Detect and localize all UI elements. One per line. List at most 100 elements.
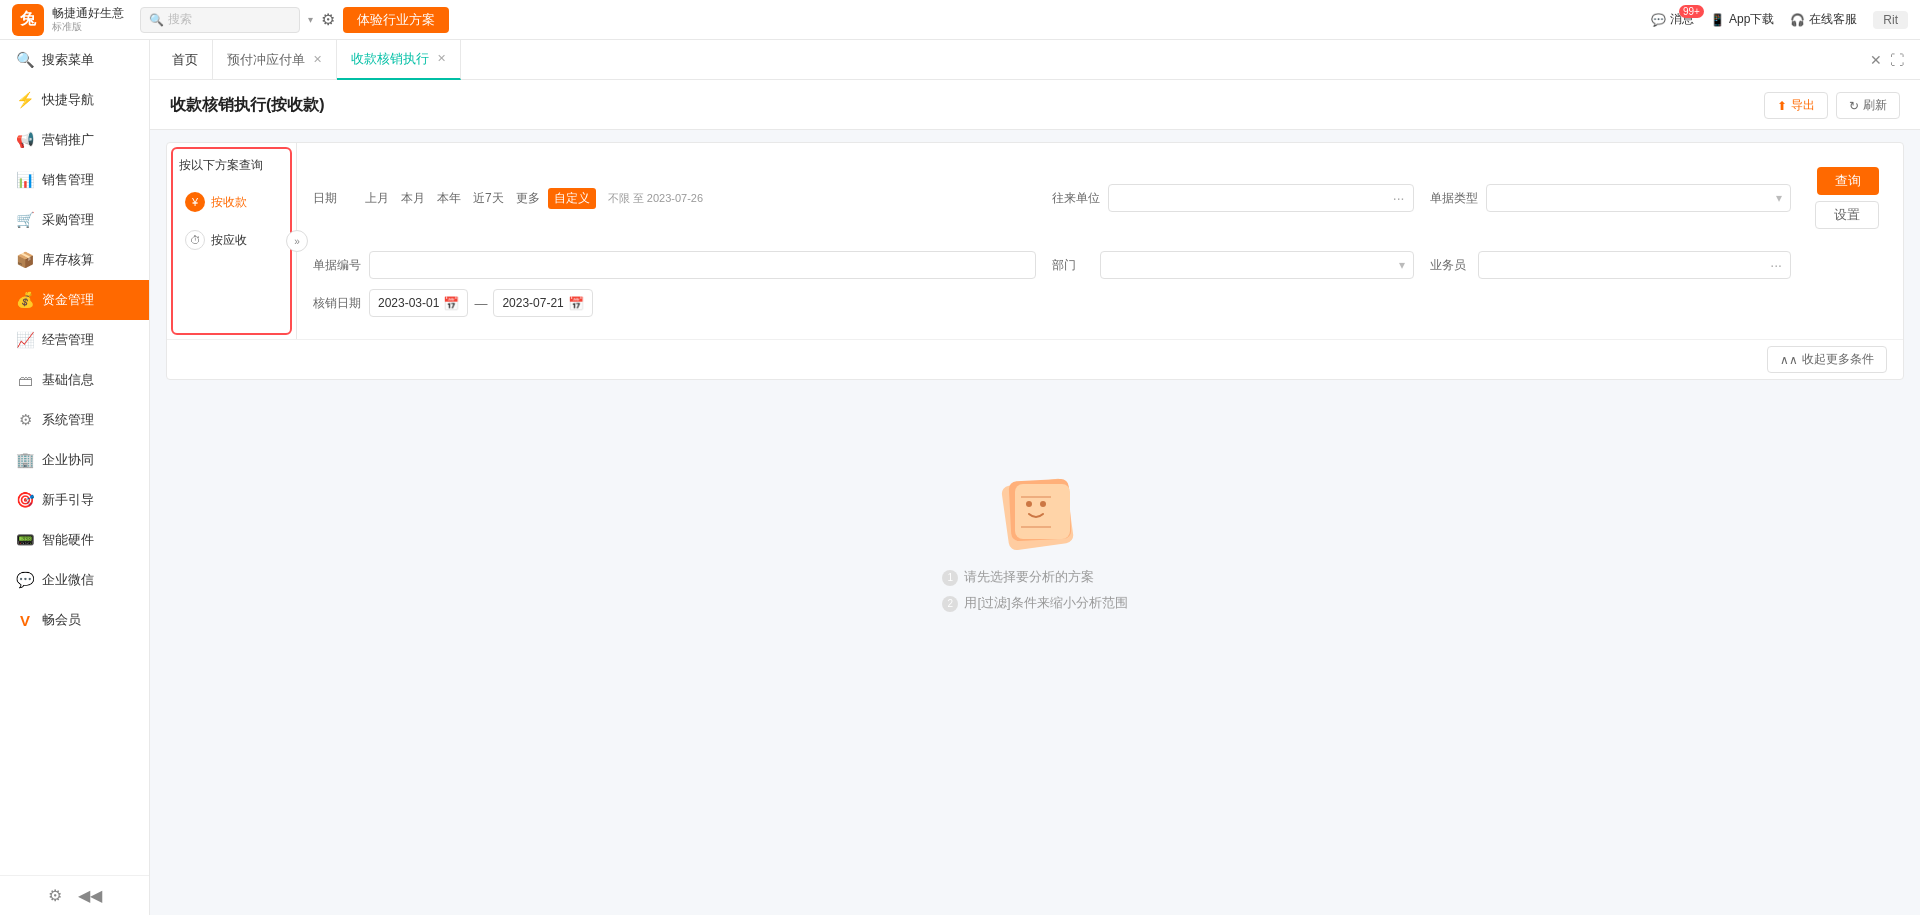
headset-icon: 🎧 [1790,13,1805,27]
search-dropdown-icon[interactable]: ▾ [308,14,313,25]
operations-icon: 📈 [16,331,34,349]
settings-icon[interactable]: ⚙ [321,10,335,29]
phone-icon: 📱 [1710,13,1725,27]
sidebar-item-operations[interactable]: 📈 经营管理 [0,320,149,360]
filter-row-2: 单据编号 部门 ▾ 业务员 [313,251,1887,279]
filter-row-1: 日期 上月 本月 本年 近7天 更多 自定义 [313,155,1887,241]
staff-field: 业务员 ··· [1430,251,1792,279]
filter-sidebar-title: 按以下方案查询 [167,153,296,182]
collapse-area: ∧∧ 收起更多条件 [167,339,1903,379]
empty-state: 请先选择要分析的方案 用[过滤]条件来缩小分析范围 [150,392,1920,676]
sidebar-item-guide[interactable]: 🎯 新手引导 [0,480,149,520]
close-tab-icon[interactable]: ✕ [1870,52,1882,68]
inventory-icon: 📦 [16,251,34,269]
date-btn-7days[interactable]: 近7天 [469,188,508,209]
tab-receipt-verify[interactable]: 收款核销执行 ✕ [337,40,461,80]
refresh-button[interactable]: ↻ 刷新 [1836,92,1900,119]
doc-type-select[interactable]: ▾ [1486,184,1792,212]
filter-option-by-receipt[interactable]: ¥ 按收款 [173,184,290,220]
staff-label: 业务员 [1430,257,1470,274]
partner-field: 往来单位 ··· [1052,184,1414,212]
sidebar: 🔍 搜索菜单 ⚡ 快捷导航 📢 营销推广 📊 销售管理 🛒 采购管理 📦 库存核… [0,40,150,915]
tabbar-right-controls: ✕ ⛶ [1870,52,1912,68]
page-actions: ⬆ 导出 ↻ 刷新 [1764,92,1900,119]
message-icon: 💬 [1651,13,1666,27]
doc-no-input[interactable] [369,251,1036,279]
app-layout: 🔍 搜索菜单 ⚡ 快捷导航 📢 营销推广 📊 销售管理 🛒 采购管理 📦 库存核… [0,40,1920,915]
page-header: 收款核销执行(按收款) ⬆ 导出 ↻ 刷新 [150,80,1920,130]
message-badge: 99+ [1679,5,1704,18]
verify-date-end-input[interactable]: 2023-07-21 📅 [493,289,592,317]
svg-point-3 [1026,501,1032,507]
dept-select[interactable]: ▾ [1100,251,1414,279]
doc-no-label: 单据编号 [313,257,361,274]
date-btn-custom[interactable]: 自定义 [548,188,596,209]
refresh-icon: ↻ [1849,99,1859,113]
dept-label: 部门 [1052,257,1092,274]
sidebar-item-base-info[interactable]: 🗃 基础信息 [0,360,149,400]
filter-panel: 按以下方案查询 ¥ 按收款 ⏱ 按应收 » [166,142,1904,380]
topbar-right: 💬 消息 99+ 📱 App下载 🎧 在线客服 Rit [1651,11,1908,29]
filter-panel-inner: 按以下方案查询 ¥ 按收款 ⏱ 按应收 » [167,143,1903,339]
solution-button[interactable]: 体验行业方案 [343,7,449,33]
partner-label: 往来单位 [1052,190,1100,207]
empty-svg [985,452,1095,562]
date-limit-info: 不限 至 2023-07-26 [608,191,703,206]
empty-hints: 请先选择要分析的方案 用[过滤]条件来缩小分析范围 [942,564,1127,616]
date-btn-last-month[interactable]: 上月 [361,188,393,209]
partner-dots[interactable]: ··· [1393,190,1405,206]
sidebar-item-marketing[interactable]: 📢 营销推广 [0,120,149,160]
sidebar-item-system[interactable]: ⚙ 系统管理 [0,400,149,440]
sidebar-item-smart-hw[interactable]: 📟 智能硬件 [0,520,149,560]
tab-prepay[interactable]: 预付冲应付单 ✕ [213,40,337,80]
collapse-more-button[interactable]: ∧∧ 收起更多条件 [1767,346,1887,373]
query-button[interactable]: 查询 [1817,167,1879,195]
date-btn-this-month[interactable]: 本月 [397,188,429,209]
date-btn-more[interactable]: 更多 [512,188,544,209]
sidebar-item-finance[interactable]: 💰 资金管理 [0,280,149,320]
staff-dots[interactable]: ··· [1770,257,1782,273]
app-download-button[interactable]: 📱 App下载 [1710,11,1774,28]
search-icon: 🔍 [149,13,164,27]
sidebar-item-sales[interactable]: 📊 销售管理 [0,160,149,200]
sidebar-item-purchase[interactable]: 🛒 采购管理 [0,200,149,240]
filter-form: 日期 上月 本月 本年 近7天 更多 自定义 [297,143,1903,339]
sidebar-item-member[interactable]: V 畅会员 [0,600,149,640]
dept-field: 部门 ▾ [1052,251,1414,279]
base-info-icon: 🗃 [16,372,34,389]
partner-select[interactable]: ··· [1108,184,1414,212]
by-receipt-icon: ¥ [185,192,205,212]
sidebar-item-inventory[interactable]: 📦 库存核算 [0,240,149,280]
tab-receipt-verify-close[interactable]: ✕ [437,52,446,65]
sidebar-item-enterprise[interactable]: 🏢 企业协同 [0,440,149,480]
maximize-icon[interactable]: ⛶ [1890,52,1904,68]
filter-sidebar-collapse[interactable]: » [286,230,308,252]
verify-date-field: 核销日期 2023-03-01 📅 — 2023-07-21 [313,289,1887,317]
settings-button[interactable]: 设置 [1815,201,1879,229]
purchase-icon: 🛒 [16,211,34,229]
collapse-icon: ∧∧ [1780,353,1798,367]
user-menu[interactable]: Rit [1873,11,1908,29]
filter-row-3: 核销日期 2023-03-01 📅 — 2023-07-21 [313,289,1887,317]
date-btn-this-year[interactable]: 本年 [433,188,465,209]
export-button[interactable]: ⬆ 导出 [1764,92,1828,119]
settings-bottom-icon[interactable]: ⚙ [48,886,62,905]
search-box[interactable]: 🔍 搜索 [140,7,300,33]
calendar-end-icon[interactable]: 📅 [568,296,584,311]
verify-date-start-input[interactable]: 2023-03-01 📅 [369,289,468,317]
message-button[interactable]: 💬 消息 99+ [1651,11,1694,28]
doc-no-field: 单据编号 [313,251,1036,279]
sidebar-item-quick-nav[interactable]: ⚡ 快捷导航 [0,80,149,120]
svg-point-4 [1040,501,1046,507]
staff-select[interactable]: ··· [1478,251,1792,279]
collapse-sidebar-icon[interactable]: ◀◀ [78,886,102,905]
service-button[interactable]: 🎧 在线客服 [1790,11,1857,28]
sidebar-item-wechat[interactable]: 💬 企业微信 [0,560,149,600]
calendar-start-icon[interactable]: 📅 [443,296,459,311]
date-range-separator: — [474,296,487,311]
finance-icon: 💰 [16,291,34,309]
tab-home[interactable]: 首页 [158,40,213,80]
tab-prepay-close[interactable]: ✕ [313,53,322,66]
filter-option-by-receivable[interactable]: ⏱ 按应收 [173,222,290,258]
sidebar-item-search-menu[interactable]: 🔍 搜索菜单 [0,40,149,80]
